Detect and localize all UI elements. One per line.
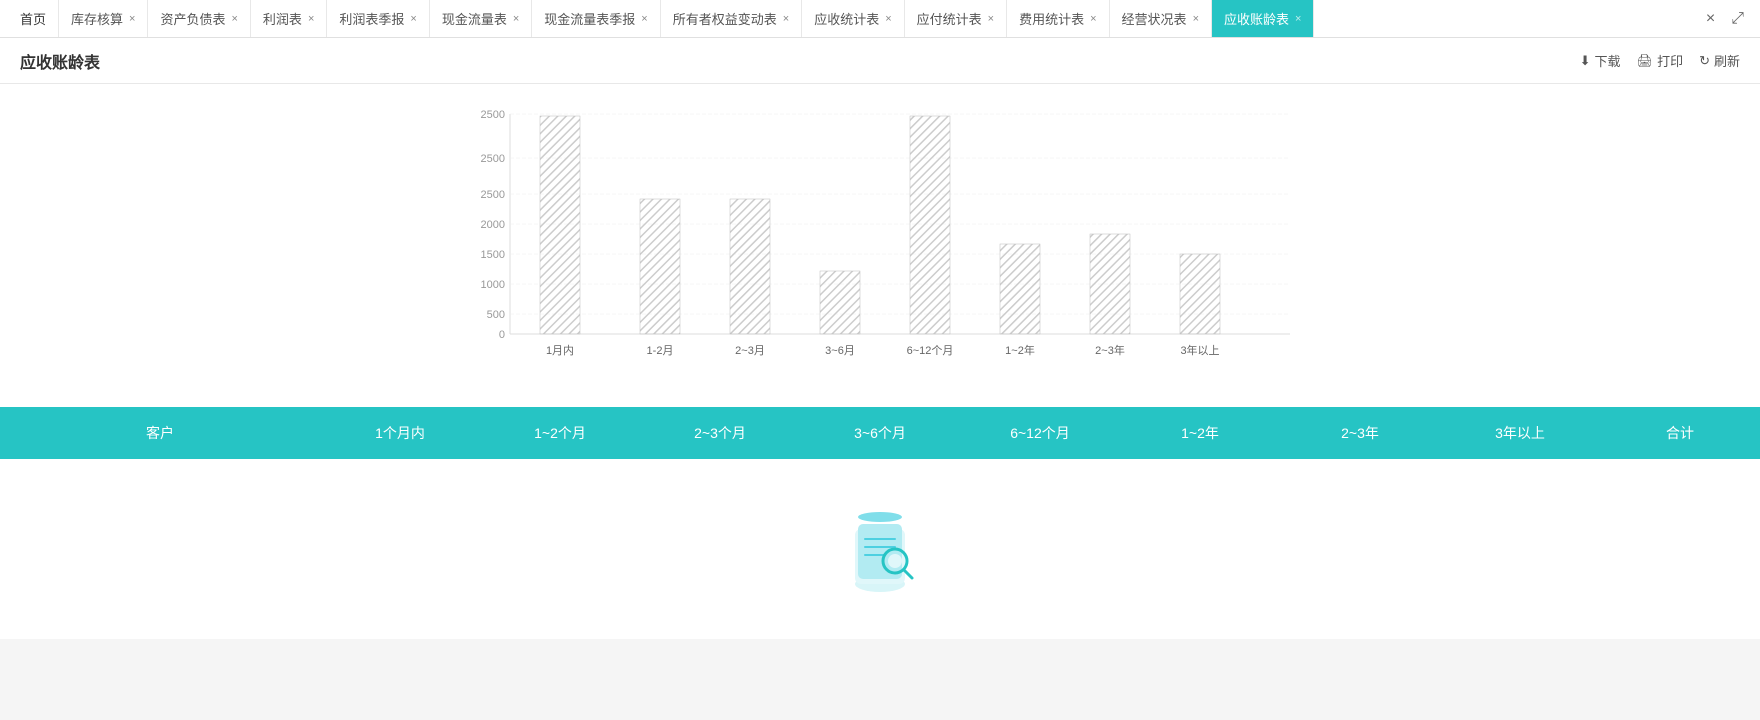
- tab-operation[interactable]: 经营状况表 ×: [1110, 0, 1212, 38]
- tab-cashflow[interactable]: 现金流量表 ×: [430, 0, 532, 38]
- print-icon: 🖨: [1637, 53, 1654, 69]
- svg-text:2500: 2500: [481, 189, 505, 201]
- tab-home-label: 首页: [20, 9, 46, 28]
- tab-cashflow-label: 现金流量表: [442, 9, 507, 28]
- table-header: 客户 1个月内 1~2个月 2~3个月 3~6个月 6~12个月 1~2年 2~…: [0, 407, 1760, 459]
- bar-6-12month: [910, 116, 950, 334]
- bar-1month: [540, 116, 580, 334]
- refresh-icon: ↻: [1699, 53, 1710, 69]
- col-3year-plus: 3年以上: [1440, 423, 1600, 443]
- col-6-12month: 6~12个月: [960, 423, 1120, 443]
- tab-inventory[interactable]: 库存核算 ×: [59, 0, 148, 38]
- tab-inventory-label: 库存核算: [71, 9, 123, 28]
- tab-ar-aging-close[interactable]: ×: [1295, 13, 1301, 25]
- tab-cashflow-quarter[interactable]: 现金流量表季报 ×: [532, 0, 660, 38]
- tab-cashflow-close[interactable]: ×: [513, 13, 519, 25]
- svg-text:500: 500: [487, 309, 505, 321]
- tab-ap-stat[interactable]: 应付统计表 ×: [905, 0, 1007, 38]
- print-button[interactable]: 🖨 打印: [1637, 51, 1684, 70]
- svg-text:2000: 2000: [481, 219, 505, 231]
- col-2-3month: 2~3个月: [640, 423, 800, 443]
- empty-state: [0, 459, 1760, 639]
- empty-illustration: [830, 499, 930, 599]
- chart-area: 2500 2500 2500 2000 1500 1000 500 0: [0, 84, 1760, 407]
- refresh-label: 刷新: [1714, 51, 1740, 70]
- col-1month: 1个月内: [320, 423, 480, 443]
- tab-bar: 首页 库存核算 × 资产负债表 × 利润表 × 利润表季报 × 现金流量表 × …: [0, 0, 1760, 38]
- tab-profit[interactable]: 利润表 ×: [251, 0, 327, 38]
- svg-text:3年以上: 3年以上: [1180, 343, 1219, 357]
- bar-3year-plus: [1180, 254, 1220, 334]
- tab-equity[interactable]: 所有者权益变动表 ×: [661, 0, 802, 38]
- page-title: 应收账龄表: [20, 49, 100, 73]
- tab-ar-aging-label: 应收账龄表: [1224, 9, 1289, 28]
- tab-inventory-close[interactable]: ×: [129, 13, 135, 25]
- tab-equity-close[interactable]: ×: [783, 13, 789, 25]
- tab-ap-stat-label: 应付统计表: [917, 9, 982, 28]
- close-window-icon[interactable]: ×: [1702, 6, 1719, 32]
- tab-bar-actions: × ⤢: [1702, 6, 1752, 32]
- empty-icon: [830, 499, 930, 599]
- col-3-6month: 3~6个月: [800, 423, 960, 443]
- col-2-3year: 2~3年: [1280, 423, 1440, 443]
- tab-profit-quarter[interactable]: 利润表季报 ×: [327, 0, 429, 38]
- tab-cashflow-quarter-label: 现金流量表季报: [544, 9, 635, 28]
- tab-expense-label: 费用统计表: [1019, 9, 1084, 28]
- bar-1-2year: [1000, 244, 1040, 334]
- tab-profit-quarter-close[interactable]: ×: [410, 13, 416, 25]
- tab-operation-label: 经营状况表: [1122, 9, 1187, 28]
- tab-ar-stat-close[interactable]: ×: [885, 13, 891, 25]
- svg-text:1~2年: 1~2年: [1005, 343, 1035, 357]
- svg-text:3~6月: 3~6月: [825, 345, 855, 357]
- page-actions: ⬇ 下载 🖨 打印 ↻ 刷新: [1580, 51, 1740, 70]
- tab-balance-sheet-label: 资产负债表: [160, 9, 225, 28]
- tab-balance-sheet[interactable]: 资产负债表 ×: [148, 0, 250, 38]
- bar-1-2month: [640, 199, 680, 334]
- refresh-button[interactable]: ↻ 刷新: [1699, 51, 1740, 70]
- tab-home[interactable]: 首页: [8, 0, 59, 38]
- tab-ar-stat-label: 应收统计表: [814, 9, 879, 28]
- download-button[interactable]: ⬇ 下载: [1580, 51, 1621, 70]
- svg-text:1000: 1000: [481, 279, 505, 291]
- svg-text:2~3月: 2~3月: [735, 345, 765, 357]
- col-customer: 客户: [0, 423, 320, 443]
- svg-text:1500: 1500: [481, 249, 505, 261]
- chart-container: 2500 2500 2500 2000 1500 1000 500 0: [430, 104, 1330, 387]
- svg-text:6~12个月: 6~12个月: [907, 344, 954, 357]
- bar-2-3month: [730, 199, 770, 334]
- bar-2-3year: [1090, 234, 1130, 334]
- tab-expense-close[interactable]: ×: [1090, 13, 1096, 25]
- print-label: 打印: [1657, 51, 1683, 70]
- svg-text:0: 0: [499, 329, 505, 341]
- tab-balance-sheet-close[interactable]: ×: [231, 13, 237, 25]
- bar-3-6month: [820, 271, 860, 334]
- tab-profit-label: 利润表: [263, 9, 302, 28]
- tab-expense[interactable]: 费用统计表 ×: [1007, 0, 1109, 38]
- col-1-2month: 1~2个月: [480, 423, 640, 443]
- svg-text:1-2月: 1-2月: [647, 345, 674, 357]
- tab-ar-aging[interactable]: 应收账龄表 ×: [1212, 0, 1314, 38]
- tab-profit-quarter-label: 利润表季报: [339, 9, 404, 28]
- svg-text:2~3年: 2~3年: [1095, 343, 1125, 357]
- col-total: 合计: [1600, 423, 1760, 443]
- tab-ap-stat-close[interactable]: ×: [988, 13, 994, 25]
- tab-cashflow-quarter-close[interactable]: ×: [641, 13, 647, 25]
- svg-text:1月内: 1月内: [546, 343, 574, 357]
- download-icon: ⬇: [1580, 53, 1591, 69]
- tab-operation-close[interactable]: ×: [1193, 13, 1199, 25]
- svg-text:2500: 2500: [481, 153, 505, 165]
- download-label: 下载: [1595, 51, 1621, 70]
- tab-ar-stat[interactable]: 应收统计表 ×: [802, 0, 904, 38]
- bar-chart: 2500 2500 2500 2000 1500 1000 500 0: [430, 104, 1330, 384]
- tab-equity-label: 所有者权益变动表: [673, 9, 777, 28]
- expand-window-icon[interactable]: ⤢: [1727, 6, 1748, 32]
- tab-profit-close[interactable]: ×: [308, 13, 314, 25]
- col-1-2year: 1~2年: [1120, 423, 1280, 443]
- main-content: 2500 2500 2500 2000 1500 1000 500 0: [0, 84, 1760, 639]
- page-header: 应收账龄表 ⬇ 下载 🖨 打印 ↻ 刷新: [0, 38, 1760, 84]
- svg-text:2500: 2500: [481, 109, 505, 121]
